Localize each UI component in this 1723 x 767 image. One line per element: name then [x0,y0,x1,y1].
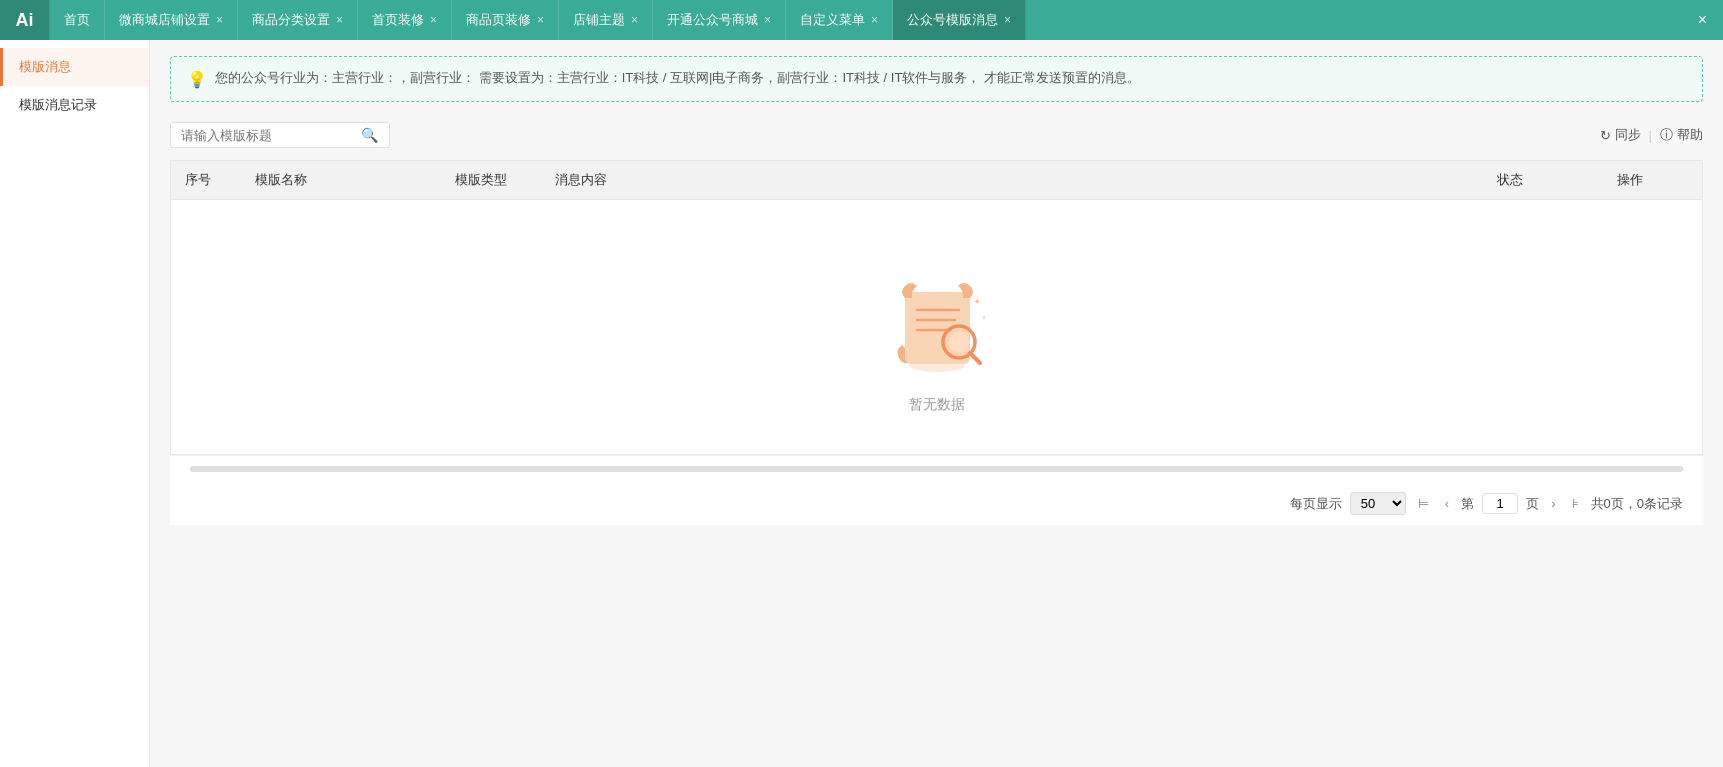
first-page-button[interactable]: ⊨ [1414,494,1433,513]
close-icon[interactable]: × [631,13,638,27]
close-icon[interactable]: × [336,13,343,27]
nav-tab-category-settings[interactable]: 商品分类设置 × [238,0,358,40]
search-icon[interactable]: 🔍 [361,127,378,143]
content-area: 💡 您的公众号行业为：主营行业：，副营行业： 需要设置为：主营行业：IT科技 /… [150,40,1723,767]
top-navigation: Ai 首页 微商城店铺设置 × 商品分类设置 × 首页装修 × 商品页装修 × … [0,0,1723,40]
col-header-index: 序号 [171,161,241,200]
logo: Ai [0,0,50,40]
col-header-content: 消息内容 [541,161,1483,200]
notice-box: 💡 您的公众号行业为：主营行业：，副营行业： 需要设置为：主营行业：IT科技 /… [170,56,1703,102]
nav-tab-product-decor[interactable]: 商品页装修 × [452,0,559,40]
last-page-button[interactable]: ⊧ [1568,494,1583,513]
nav-tab-home-decor[interactable]: 首页装修 × [358,0,452,40]
svg-point-6 [949,332,969,352]
col-header-status: 状态 [1483,161,1603,200]
nav-tab-home[interactable]: 首页 [50,0,105,40]
bulb-icon: 💡 [187,70,207,89]
sidebar: 模版消息 模版消息记录 [0,40,150,767]
pagination: 每页显示 10 20 50 100 ⊨ ‹ 第 页 › ⊧ 共0页，0条记录 [170,482,1703,525]
data-table: 序号 模版名称 模版类型 消息内容 状态 操作 [170,160,1703,455]
search-input[interactable] [181,128,361,143]
page-size-label: 每页显示 [1290,495,1342,513]
page-number-input[interactable] [1482,493,1518,514]
close-icon[interactable]: × [216,13,223,27]
empty-text: 暂无数据 [909,396,965,414]
col-header-action: 操作 [1603,161,1703,200]
svg-text:✦: ✦ [981,314,987,321]
notice-highlight-text: 需要设置为：主营行业：IT科技 / 互联网|电子商务，副营行业：IT科技 / I… [479,70,981,85]
svg-line-7 [970,353,980,363]
sync-button[interactable]: ↻ 同步 [1600,126,1641,144]
close-icon[interactable]: × [871,13,878,27]
page-di-label: 第 [1461,495,1474,513]
svg-text:✦: ✦ [973,296,981,307]
help-button[interactable]: ⓘ 帮助 [1660,126,1703,144]
col-header-name: 模版名称 [241,161,441,200]
prev-page-button[interactable]: ‹ [1441,494,1453,513]
page-label: 页 [1526,495,1539,513]
empty-row: ✦ ✦ 暂无数据 [171,200,1703,455]
toolbar-right: ↻ 同步 | ⓘ 帮助 [1600,126,1703,144]
scrollbar-row [170,455,1703,482]
nav-tab-template-msg[interactable]: 公众号模版消息 × [893,0,1026,40]
close-icon[interactable]: × [537,13,544,27]
horizontal-scrollbar[interactable] [190,466,1683,472]
table-header-row: 序号 模版名称 模版类型 消息内容 状态 操作 [171,161,1703,200]
help-icon: ⓘ [1660,126,1673,144]
nav-tab-shop-settings[interactable]: 微商城店铺设置 × [105,0,238,40]
page-size-select[interactable]: 10 20 50 100 [1350,492,1406,515]
empty-state: ✦ ✦ 暂无数据 [171,200,1702,454]
main-layout: 模版消息 模版消息记录 💡 您的公众号行业为：主营行业：，副营行业： 需要设置为… [0,40,1723,767]
notice-text: 您的公众号行业为：主营行业：，副营行业： 需要设置为：主营行业：IT科技 / 互… [215,69,1140,87]
search-bar: 🔍 ↻ 同步 | ⓘ 帮助 [170,122,1703,148]
col-header-type: 模版类型 [441,161,541,200]
total-info: 共0页，0条记录 [1591,495,1683,513]
nav-tab-open-mall[interactable]: 开通公众号商城 × [653,0,786,40]
search-input-wrap[interactable]: 🔍 [170,122,390,148]
sidebar-item-template-message[interactable]: 模版消息 [0,48,149,86]
sync-icon: ↻ [1600,128,1611,143]
svg-rect-1 [905,292,970,364]
close-icon[interactable]: × [430,13,437,27]
toolbar-divider: | [1649,128,1652,143]
close-all-button[interactable]: × [1682,0,1723,40]
nav-tab-shop-theme[interactable]: 店铺主题 × [559,0,653,40]
nav-tab-custom-menu[interactable]: 自定义菜单 × [786,0,893,40]
empty-illustration: ✦ ✦ [877,260,997,380]
close-icon[interactable]: × [764,13,771,27]
close-icon[interactable]: × [1004,13,1011,27]
next-page-button[interactable]: › [1547,494,1559,513]
sidebar-item-template-message-log[interactable]: 模版消息记录 [0,86,149,124]
